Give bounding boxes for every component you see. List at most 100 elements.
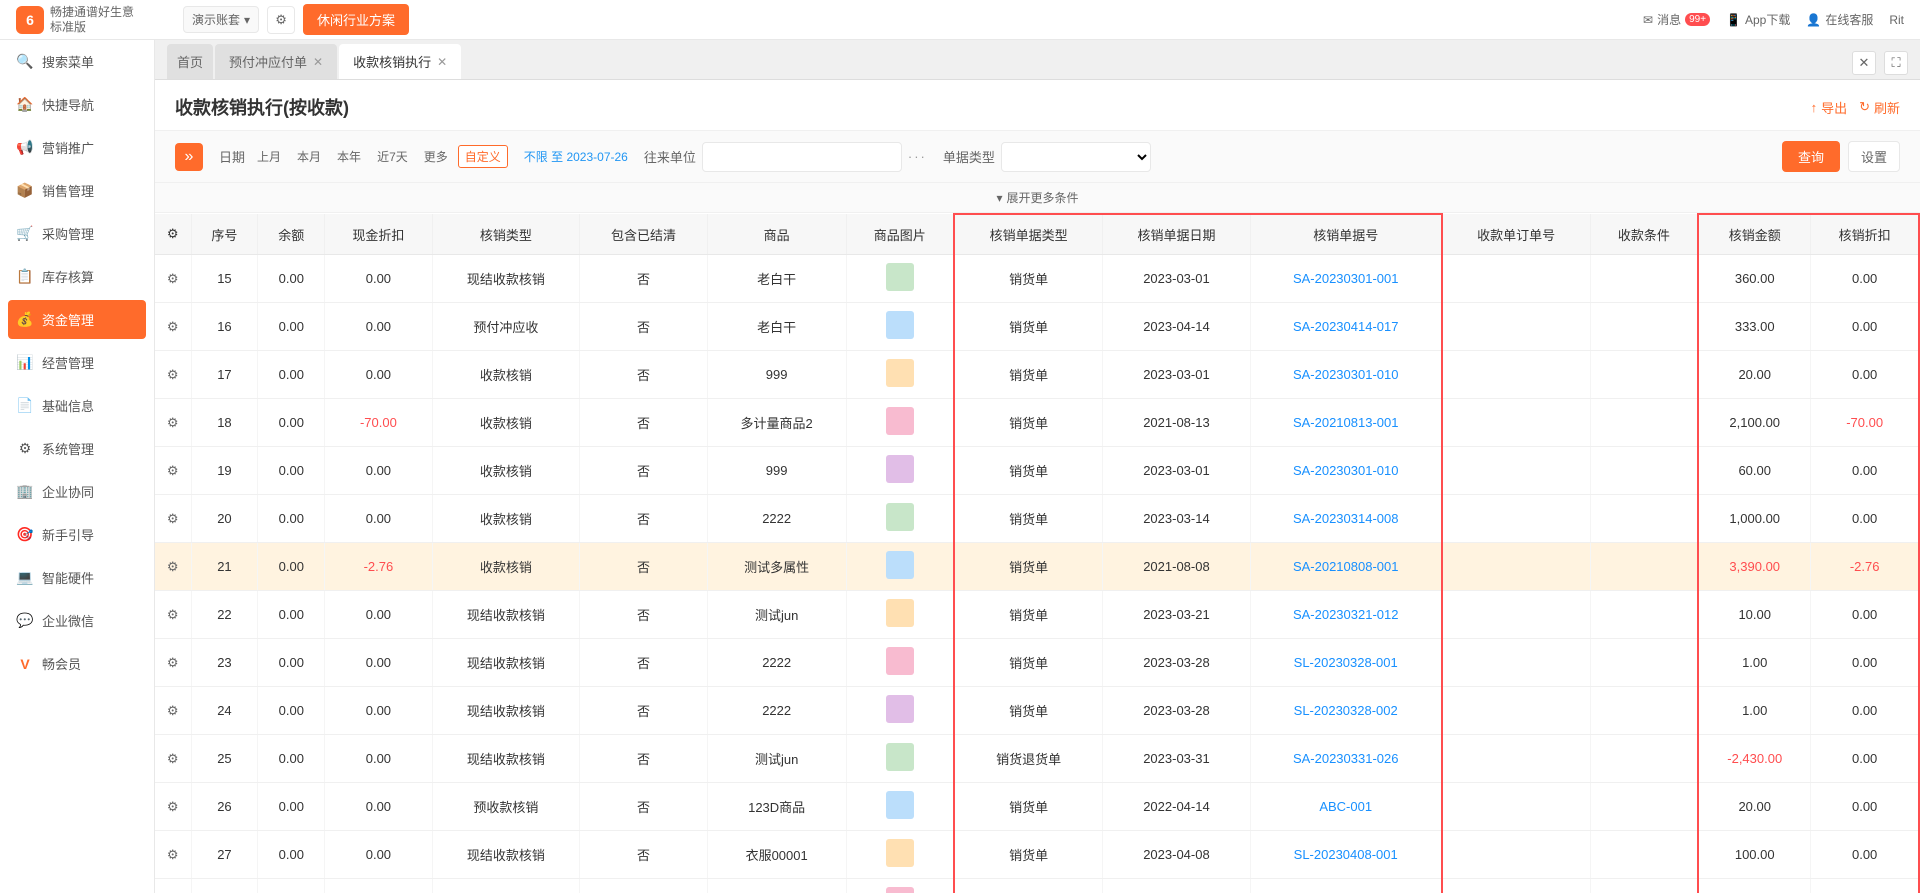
row-cancel-amount: 2,100.00 — [1698, 399, 1811, 447]
counterpart-dots[interactable]: ··· — [908, 149, 927, 164]
row-cancel-voucher-date: 2023-04-14 — [1103, 303, 1251, 351]
settings-icon[interactable]: ⚙ — [267, 6, 295, 34]
refresh-button[interactable]: ↻ 刷新 — [1859, 98, 1900, 117]
gear-cell[interactable]: ⚙ — [155, 303, 191, 351]
sidebar-item-inventory[interactable]: 📋 库存核算 — [0, 255, 154, 298]
sidebar-item-operation[interactable]: 📊 经营管理 — [0, 341, 154, 384]
row-receipt-condition — [1590, 783, 1698, 831]
tab-receipt[interactable]: 收款核销执行 ✕ — [339, 44, 461, 79]
row-receipt-order-no — [1442, 303, 1591, 351]
org-selector[interactable]: 演示账套 ▾ — [183, 6, 259, 33]
gear-cell[interactable]: ⚙ — [155, 831, 191, 879]
row-goods: 老白干 — [707, 255, 846, 303]
filter-row: » 日期 上月 本月 本年 近7天 更多 自定义 — [175, 141, 1900, 172]
voucher-type-select[interactable] — [1001, 142, 1151, 172]
row-no: 25 — [191, 735, 258, 783]
tab-close-btn[interactable]: ✕ — [1852, 51, 1876, 75]
row-cancel-discount: -70.00 — [1811, 399, 1919, 447]
table-settings-button[interactable]: 设置 — [1848, 141, 1900, 172]
counterpart-input[interactable] — [702, 142, 902, 172]
date-opt-this-year[interactable]: 本年 — [331, 146, 367, 167]
gear-cell[interactable]: ⚙ — [155, 543, 191, 591]
col-no: 序号 — [191, 214, 258, 255]
row-cash-discount: 0.00 — [325, 591, 432, 639]
sidebar-item-member[interactable]: V 畅会员 — [0, 642, 154, 685]
gear-cell[interactable]: ⚙ — [155, 783, 191, 831]
gear-cell[interactable]: ⚙ — [155, 591, 191, 639]
date-range-display: 不限 至 2023-07-26 — [524, 148, 628, 165]
expand-conditions-button[interactable]: ▾ 展开更多条件 — [996, 189, 1078, 206]
row-include-settled: 否 — [580, 303, 708, 351]
sidebar-item-enterprise[interactable]: 🏢 企业协同 — [0, 470, 154, 513]
industry-button[interactable]: 休闲行业方案 — [303, 4, 409, 35]
row-cancel-amount: -2,430.00 — [1698, 735, 1811, 783]
tab-home[interactable]: 首页 — [167, 44, 213, 79]
date-opt-7days[interactable]: 近7天 — [371, 146, 414, 167]
table-wrapper[interactable]: ⚙ 序号 余额 现金折扣 核销类型 包含已结清 商品 商品图片 核销单据类型 核… — [155, 213, 1920, 893]
export-button[interactable]: ↑ 导出 — [1811, 98, 1848, 117]
sidebar-item-marketing[interactable]: 📢 营销推广 — [0, 126, 154, 169]
sidebar-item-guide[interactable]: 🎯 新手引导 — [0, 513, 154, 556]
tab-prepay-close[interactable]: ✕ — [313, 55, 323, 69]
query-button[interactable]: 查询 — [1782, 141, 1840, 172]
sidebar-item-finance[interactable]: 💰 资金管理 — [8, 300, 146, 339]
sidebar-item-basic-info[interactable]: 📄 基础信息 — [0, 384, 154, 427]
purchase-icon: 🛒 — [16, 225, 34, 242]
date-opt-last-month[interactable]: 上月 — [251, 146, 287, 167]
row-include-settled: 否 — [580, 783, 708, 831]
row-include-settled: 否 — [580, 735, 708, 783]
gear-cell[interactable]: ⚙ — [155, 447, 191, 495]
notification-button[interactable]: ✉ 消息 99+ — [1643, 11, 1710, 28]
gear-cell[interactable]: ⚙ — [155, 879, 191, 893]
tab-receipt-close[interactable]: ✕ — [437, 55, 447, 69]
table-row: ⚙ 20 0.00 0.00 收款核销 否 2222 销货单 2023-03-1… — [155, 495, 1919, 543]
row-cancel-discount: 0.00 — [1811, 831, 1919, 879]
row-goods: 999 — [707, 447, 846, 495]
tab-prepay[interactable]: 预付冲应付单 ✕ — [215, 44, 337, 79]
app-download-button[interactable]: 📱 App下载 — [1726, 11, 1790, 28]
sidebar-item-hardware[interactable]: 💻 智能硬件 — [0, 556, 154, 599]
row-receipt-order-no — [1442, 255, 1591, 303]
row-include-settled: 否 — [580, 687, 708, 735]
row-include-settled: 否 — [580, 831, 708, 879]
online-service-button[interactable]: 👤 在线客服 — [1806, 11, 1873, 28]
sidebar-item-system[interactable]: ⚙ 系统管理 — [0, 427, 154, 470]
sidebar-item-sales[interactable]: 📦 销售管理 — [0, 169, 154, 212]
row-no: 22 — [191, 591, 258, 639]
sidebar-item-quick-nav[interactable]: 🏠 快捷导航 — [0, 83, 154, 126]
gear-cell[interactable]: ⚙ — [155, 255, 191, 303]
col-balance: 余额 — [258, 214, 325, 255]
date-opt-custom[interactable]: 自定义 — [458, 145, 508, 168]
row-goods: 999 — [707, 351, 846, 399]
row-goods-img — [846, 879, 954, 893]
row-cancel-voucher-date: 2023-03-01 — [1103, 447, 1251, 495]
row-cancel-voucher-date: 2023-03-01 — [1103, 255, 1251, 303]
row-goods-img — [846, 591, 954, 639]
filter-actions: 查询 设置 — [1782, 141, 1900, 172]
row-cancel-type: 收款核销 — [432, 543, 580, 591]
date-opt-this-month[interactable]: 本月 — [291, 146, 327, 167]
main-content: 首页 预付冲应付单 ✕ 收款核销执行 ✕ ✕ ⛶ 收款核销执行(按收款) ↑ — [155, 40, 1920, 893]
row-cancel-voucher-date: 2023-03-28 — [1103, 639, 1251, 687]
row-include-settled: 否 — [580, 495, 708, 543]
row-cancel-discount: 0.00 — [1811, 735, 1919, 783]
row-no: 21 — [191, 543, 258, 591]
expand-arrow-btn[interactable]: » — [175, 143, 203, 171]
gear-cell[interactable]: ⚙ — [155, 351, 191, 399]
gear-cell[interactable]: ⚙ — [155, 735, 191, 783]
gear-cell[interactable]: ⚙ — [155, 639, 191, 687]
sidebar-item-purchase[interactable]: 🛒 采购管理 — [0, 212, 154, 255]
row-receipt-condition — [1590, 735, 1698, 783]
col-settings[interactable]: ⚙ — [155, 214, 191, 255]
sidebar-item-wechat[interactable]: 💬 企业微信 — [0, 599, 154, 642]
sidebar-item-search[interactable]: 🔍 搜索菜单 — [0, 40, 154, 83]
row-goods: 2222 — [707, 879, 846, 893]
date-opt-more[interactable]: 更多 — [418, 146, 454, 167]
gear-cell[interactable]: ⚙ — [155, 495, 191, 543]
tab-maximize-btn[interactable]: ⛶ — [1884, 51, 1908, 75]
row-cancel-discount: -2.76 — [1811, 543, 1919, 591]
gear-cell[interactable]: ⚙ — [155, 687, 191, 735]
user-name[interactable]: Rit — [1889, 13, 1904, 27]
row-cancel-amount: 333.00 — [1698, 303, 1811, 351]
gear-cell[interactable]: ⚙ — [155, 399, 191, 447]
